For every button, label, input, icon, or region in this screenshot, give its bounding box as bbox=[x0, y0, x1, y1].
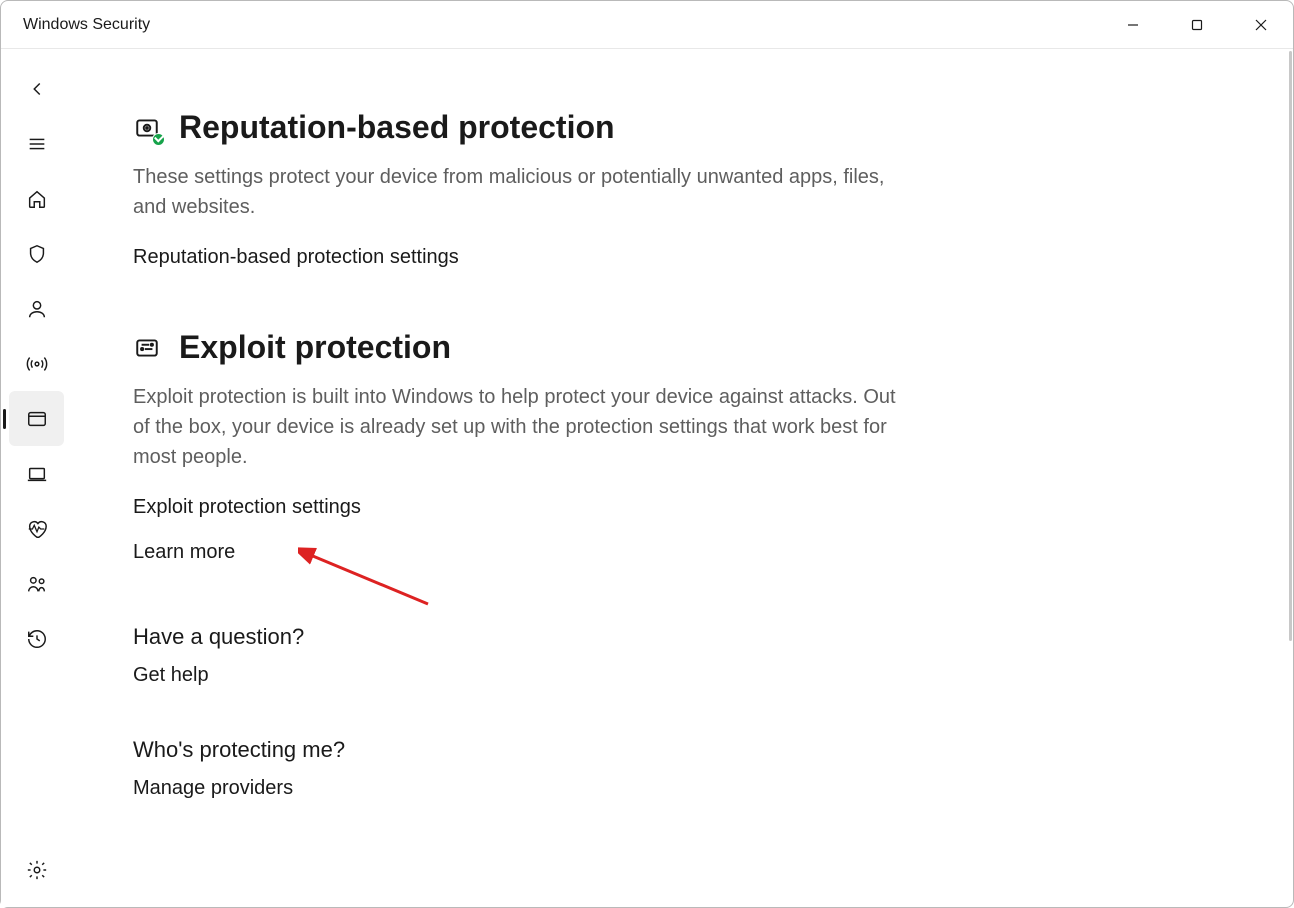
exploit-description: Exploit protection is built into Windows… bbox=[133, 382, 903, 472]
exploit-settings-link[interactable]: Exploit protection settings bbox=[133, 496, 903, 519]
nav-menu[interactable] bbox=[9, 116, 64, 171]
nav-back[interactable] bbox=[9, 61, 64, 116]
nav-app-browser-control[interactable] bbox=[9, 391, 64, 446]
reputation-description: These settings protect your device from … bbox=[133, 162, 903, 222]
question-title: Have a question? bbox=[133, 624, 903, 650]
nav-home[interactable] bbox=[9, 171, 64, 226]
scrollbar[interactable] bbox=[1289, 51, 1292, 641]
titlebar: Windows Security bbox=[1, 1, 1293, 49]
exploit-learn-more-link[interactable]: Learn more bbox=[133, 541, 903, 564]
laptop-icon bbox=[26, 463, 48, 485]
app-body: Reputation-based protection These settin… bbox=[1, 49, 1293, 907]
nav-device-performance[interactable] bbox=[9, 501, 64, 556]
close-button[interactable] bbox=[1229, 1, 1293, 48]
hamburger-icon bbox=[26, 133, 48, 155]
home-icon bbox=[26, 188, 48, 210]
sidebar bbox=[1, 49, 73, 907]
nav-virus-threat[interactable] bbox=[9, 226, 64, 281]
status-ok-badge bbox=[152, 133, 165, 146]
window-controls bbox=[1101, 1, 1293, 48]
exploit-icon bbox=[133, 334, 161, 362]
person-icon bbox=[26, 298, 48, 320]
maximize-button[interactable] bbox=[1165, 1, 1229, 48]
reputation-settings-link[interactable]: Reputation-based protection settings bbox=[133, 246, 903, 269]
minimize-button[interactable] bbox=[1101, 1, 1165, 48]
window-title: Windows Security bbox=[23, 16, 150, 34]
protecting-title: Who's protecting me? bbox=[133, 737, 903, 763]
section-exploit: Exploit protection Exploit protection is… bbox=[133, 329, 903, 564]
nav-family-options[interactable] bbox=[9, 556, 64, 611]
exploit-title: Exploit protection bbox=[179, 329, 451, 366]
family-icon bbox=[26, 573, 48, 595]
shield-icon bbox=[26, 243, 48, 265]
nav-firewall[interactable] bbox=[9, 336, 64, 391]
nav-protection-history[interactable] bbox=[9, 611, 64, 666]
gear-icon bbox=[26, 859, 48, 881]
manage-providers-link[interactable]: Manage providers bbox=[133, 777, 903, 800]
history-icon bbox=[26, 628, 48, 650]
get-help-link[interactable]: Get help bbox=[133, 664, 903, 687]
nav-settings[interactable] bbox=[9, 842, 64, 897]
heart-pulse-icon bbox=[26, 518, 48, 540]
nav-device-security[interactable] bbox=[9, 446, 64, 501]
section-protecting: Who's protecting me? Manage providers bbox=[133, 737, 903, 800]
app-browser-icon bbox=[26, 408, 48, 430]
antenna-icon bbox=[26, 353, 48, 375]
reputation-icon bbox=[133, 114, 161, 142]
section-reputation: Reputation-based protection These settin… bbox=[133, 109, 903, 269]
back-arrow-icon bbox=[26, 78, 48, 100]
content-area: Reputation-based protection These settin… bbox=[73, 49, 1293, 907]
section-question: Have a question? Get help bbox=[133, 624, 903, 687]
nav-account-protection[interactable] bbox=[9, 281, 64, 336]
reputation-title: Reputation-based protection bbox=[179, 109, 615, 146]
